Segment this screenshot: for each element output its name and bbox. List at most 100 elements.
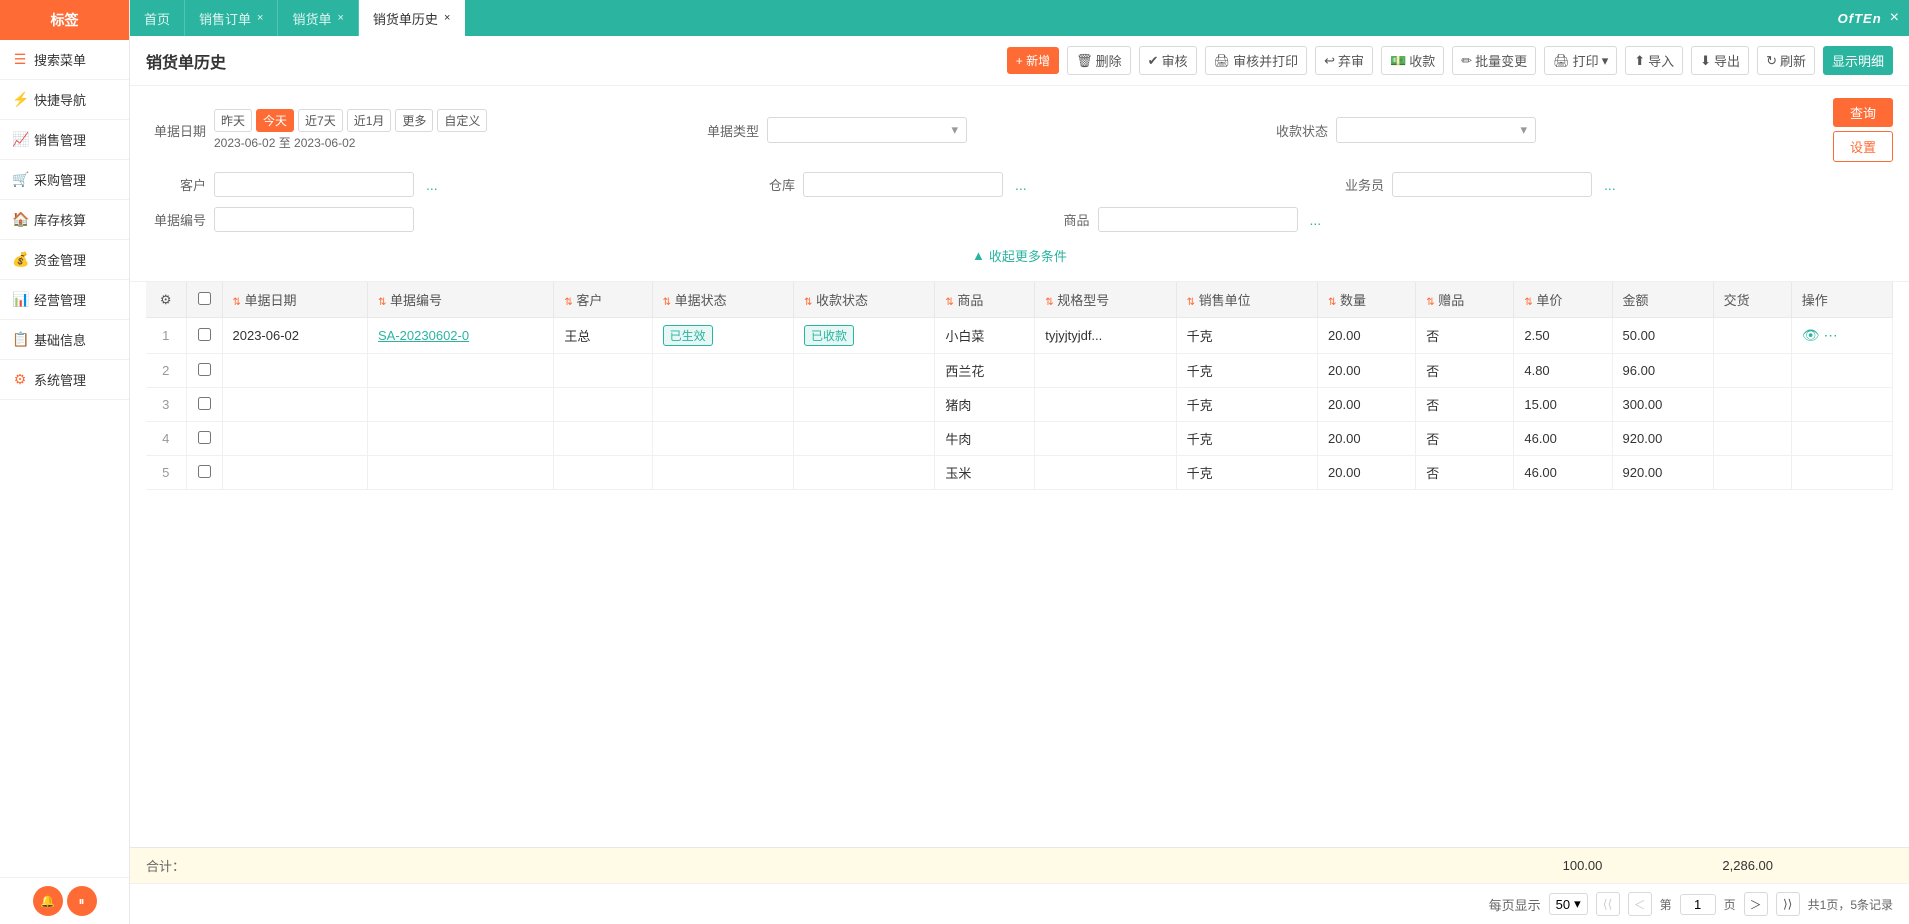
- warehouse-ellipsis-btn[interactable]: ...: [1011, 177, 1031, 193]
- sidebar-item-label: 采购管理: [34, 170, 86, 189]
- date-last7days-btn[interactable]: 近7天: [298, 109, 343, 132]
- sidebar-item-quick-nav[interactable]: ⚡ 快捷导航: [0, 80, 129, 120]
- row-checkbox[interactable]: [198, 363, 211, 376]
- amount-cell: 920.00: [1612, 422, 1713, 456]
- page-size-label: 每页显示: [1489, 895, 1541, 914]
- row-checkbox[interactable]: [198, 431, 211, 444]
- sidebar-item-finance-mgmt[interactable]: 💰 资金管理: [0, 240, 129, 280]
- settings-col-header[interactable]: ⚙: [146, 282, 186, 318]
- audit-button[interactable]: ✔ 审核: [1139, 46, 1197, 75]
- payment-status-cell: [793, 388, 934, 422]
- row-checkbox[interactable]: [198, 328, 211, 341]
- sort-icon: ⇅: [564, 297, 572, 308]
- refresh-button[interactable]: ↻ 刷新: [1757, 46, 1815, 75]
- gift-col-header[interactable]: ⇅ 赠品: [1416, 282, 1514, 318]
- export-button[interactable]: ⬇ 导出: [1691, 46, 1749, 75]
- date-more-btn[interactable]: 更多: [395, 109, 433, 132]
- warehouse-input[interactable]: [803, 172, 1003, 197]
- print-button[interactable]: 🖨 打印 ▾: [1544, 46, 1617, 75]
- tab-sales-history-close[interactable]: ×: [444, 12, 450, 24]
- row-checkbox-cell[interactable]: [186, 388, 222, 422]
- tab-sales-order[interactable]: 销售订单 ×: [185, 0, 278, 36]
- last-page-button[interactable]: ⟩⟩: [1776, 892, 1800, 916]
- audit-print-button[interactable]: 🖨 审核并打印: [1205, 46, 1308, 75]
- row-checkbox-cell[interactable]: [186, 318, 222, 354]
- row-checkbox-cell[interactable]: [186, 354, 222, 388]
- new-button[interactable]: + 新增: [1007, 47, 1059, 74]
- doc-date-col-header[interactable]: ⇅ 单据日期: [222, 282, 368, 318]
- export-label: 导出: [1714, 51, 1740, 70]
- tab-sales-history[interactable]: 销货单历史 ×: [359, 0, 465, 36]
- sidebar: 标签 ☰ 搜索菜单 ⚡ 快捷导航 📈 销售管理 🛒 采购管理 🏠 库存核算 💰 …: [0, 0, 130, 924]
- sales-unit-col-header[interactable]: ⇅ 销售单位: [1176, 282, 1317, 318]
- doc-number-link[interactable]: SA-20230602-0: [378, 328, 469, 343]
- prev-page-button[interactable]: ＜: [1628, 892, 1652, 916]
- view-action-icon[interactable]: 👁: [1802, 327, 1820, 343]
- select-all-checkbox[interactable]: [198, 292, 211, 305]
- row-checkbox-cell[interactable]: [186, 422, 222, 456]
- sidebar-item-ops-mgmt[interactable]: 📊 经营管理: [0, 280, 129, 320]
- goods-col-header[interactable]: ⇅ 商品: [935, 282, 1035, 318]
- quantity-col-header[interactable]: ⇅ 数量: [1318, 282, 1416, 318]
- row-checkbox-cell[interactable]: [186, 456, 222, 490]
- spec-type-col-header[interactable]: ⇅ 规格型号: [1035, 282, 1176, 318]
- show-detail-button[interactable]: 显示明细: [1823, 46, 1893, 75]
- docnum-input[interactable]: [214, 207, 414, 232]
- tab-sales-order-close[interactable]: ×: [257, 12, 263, 24]
- goods-ellipsis-btn[interactable]: ...: [1306, 212, 1326, 228]
- sidebar-item-sys-mgmt[interactable]: ⚙ 系统管理: [0, 360, 129, 400]
- doc-type-select[interactable]: ▾: [767, 117, 967, 143]
- settings-button[interactable]: 设置: [1833, 131, 1893, 162]
- doc-status-cell: [652, 456, 793, 490]
- salesperson-ellipsis-btn[interactable]: ...: [1600, 177, 1620, 193]
- row-checkbox[interactable]: [198, 465, 211, 478]
- date-yesterday-btn[interactable]: 昨天: [214, 109, 252, 132]
- batch-change-button[interactable]: ✏ 批量变更: [1452, 46, 1536, 75]
- date-today-btn[interactable]: 今天: [256, 109, 294, 132]
- spec-type-col-label: 规格型号: [1057, 293, 1109, 308]
- unit-price-col-header[interactable]: ⇅ 单价: [1514, 282, 1612, 318]
- tab-sales-goods[interactable]: 销货单 ×: [278, 0, 358, 36]
- query-button[interactable]: 查询: [1833, 98, 1893, 127]
- edit-action-icon[interactable]: ⋯: [1824, 327, 1838, 343]
- window-close-button[interactable]: ×: [1890, 9, 1899, 27]
- page-input[interactable]: [1680, 894, 1716, 915]
- payment-status-col-header[interactable]: ⇅ 收款状态: [793, 282, 934, 318]
- first-page-button[interactable]: ⟨⟨: [1596, 892, 1620, 916]
- goods-cell: 玉米: [935, 456, 1035, 490]
- pause-button[interactable]: ⏸: [67, 886, 97, 916]
- goods-cell: 牛肉: [935, 422, 1035, 456]
- page-size-select[interactable]: 50 ▾: [1549, 893, 1588, 915]
- tab-home[interactable]: 首页: [130, 0, 185, 36]
- doc-number-col-header[interactable]: ⇅ 单据编号: [368, 282, 554, 318]
- notification-button[interactable]: 🔔: [33, 886, 63, 916]
- sidebar-item-search-menu[interactable]: ☰ 搜索菜单: [0, 40, 129, 80]
- doc-status-col-header[interactable]: ⇅ 单据状态: [652, 282, 793, 318]
- collapse-button[interactable]: ▲ 收起更多条件: [146, 242, 1893, 269]
- sidebar-item-inventory[interactable]: 🏠 库存核算: [0, 200, 129, 240]
- sort-icon: ⇅: [945, 297, 953, 308]
- payment-status-select[interactable]: ▾: [1336, 117, 1536, 143]
- date-custom-btn[interactable]: 自定义: [437, 109, 487, 132]
- collect-button[interactable]: 💵 收款: [1381, 46, 1444, 75]
- customer-input[interactable]: [214, 172, 414, 197]
- summary-amount: 2,286.00: [1722, 858, 1773, 873]
- customer-ellipsis-btn[interactable]: ...: [422, 177, 442, 193]
- customer-col-header[interactable]: ⇅ 客户: [554, 282, 652, 318]
- delete-button[interactable]: 🗑 删除: [1067, 46, 1131, 75]
- tab-sales-goods-close[interactable]: ×: [337, 12, 343, 24]
- table-row: 1 2023-06-02 SA-20230602-0 王总 已生效 已收款 小白…: [146, 318, 1893, 354]
- sidebar-item-purchase-mgmt[interactable]: 🛒 采购管理: [0, 160, 129, 200]
- doc-date-cell: [222, 354, 368, 388]
- action-cell: [1791, 354, 1892, 388]
- abandon-button[interactable]: ↩ 弃审: [1315, 46, 1373, 75]
- import-button[interactable]: ⬆ 导入: [1625, 46, 1683, 75]
- date-lastmonth-btn[interactable]: 近1月: [347, 109, 392, 132]
- goods-input[interactable]: [1098, 207, 1298, 232]
- sidebar-item-sales-mgmt[interactable]: 📈 销售管理: [0, 120, 129, 160]
- sidebar-item-base-info[interactable]: 📋 基础信息: [0, 320, 129, 360]
- checkbox-col-header[interactable]: [186, 282, 222, 318]
- row-checkbox[interactable]: [198, 397, 211, 410]
- salesperson-input[interactable]: [1392, 172, 1592, 197]
- next-page-button[interactable]: ＞: [1744, 892, 1768, 916]
